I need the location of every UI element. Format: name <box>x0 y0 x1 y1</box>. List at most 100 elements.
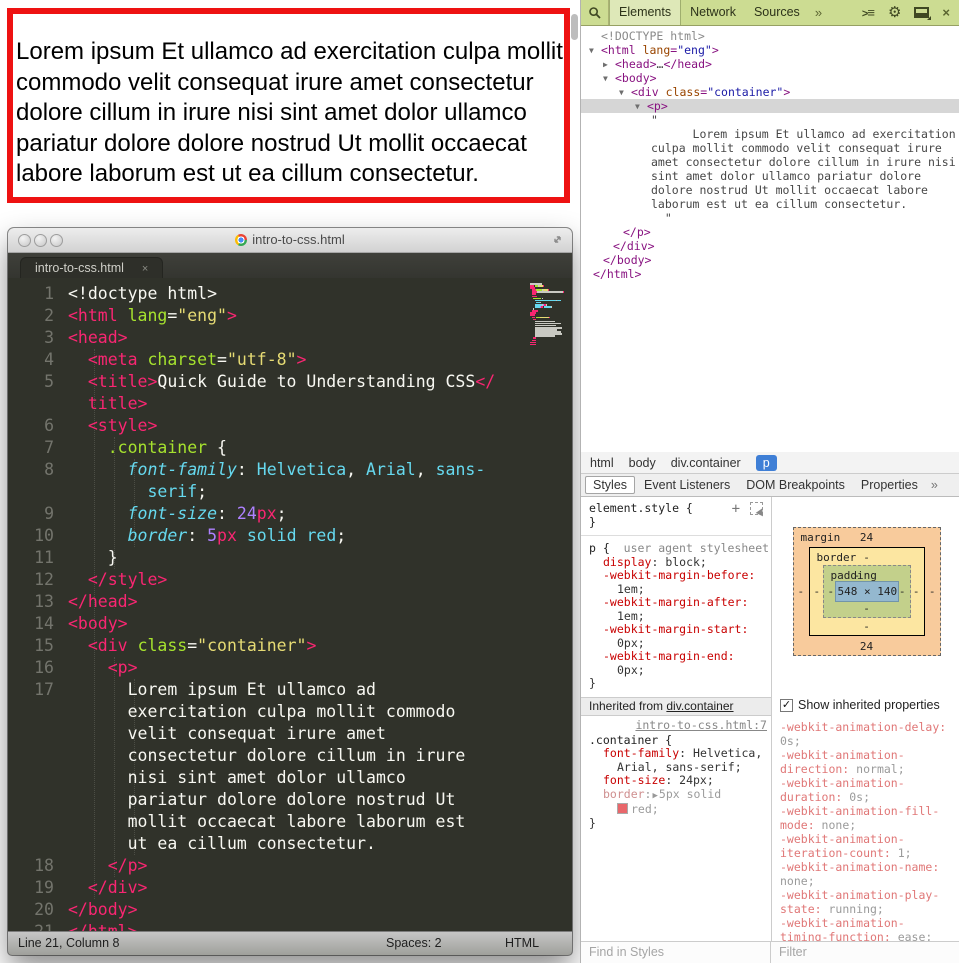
code-line[interactable]: 15 <div class="container"> <box>8 635 572 657</box>
style-declaration[interactable]: .container { <box>589 733 763 748</box>
sidebar-tab-styles[interactable]: Styles <box>585 476 636 494</box>
computed-property[interactable]: 0s; <box>780 734 959 748</box>
sidebar-tab-dom-breakpoints[interactable]: DOM Breakpoints <box>739 477 852 493</box>
search-icon[interactable] <box>581 0 609 25</box>
code-line[interactable]: velit consequat irure amet <box>8 723 572 745</box>
breadcrumb-html[interactable]: html <box>590 456 614 470</box>
editor-titlebar[interactable]: intro-to-css.html <box>8 228 572 253</box>
box-model-border[interactable]: border - - - - padding - - - - 548 × 140 <box>808 547 925 636</box>
style-declaration[interactable]: display: block; <box>589 555 763 570</box>
code-line[interactable]: serif; <box>8 481 572 503</box>
dom-tree-row[interactable]: </p> <box>581 225 959 239</box>
computed-property[interactable]: iteration-count: 1; <box>780 846 959 860</box>
style-declaration[interactable]: } <box>589 816 763 831</box>
style-declaration[interactable]: 0px; <box>589 636 763 651</box>
code-line[interactable]: 5 <title>Quick Guide to Understanding CS… <box>8 371 572 393</box>
find-in-styles-input[interactable]: Find in Styles <box>581 942 771 963</box>
dom-tree-row[interactable]: ▼ <html lang="eng"> <box>581 43 959 57</box>
color-swatch[interactable] <box>617 803 628 814</box>
box-model-margin[interactable]: margin 24 24 - - border - - - - padding … <box>792 527 941 656</box>
code-line[interactable]: 7 .container { <box>8 437 572 459</box>
minimap[interactable] <box>530 283 570 346</box>
padding-left-value[interactable]: - <box>828 585 835 598</box>
dom-tree-row[interactable]: amet consectetur dolore cillum in irure … <box>581 155 959 169</box>
code-line[interactable]: 1 <!doctype html> <box>8 283 572 305</box>
style-declaration[interactable]: p { user agent stylesheet <box>589 541 769 556</box>
code-line[interactable]: 17 Lorem ipsum Et ullamco ad <box>8 679 572 701</box>
dom-tree-row[interactable]: </div> <box>581 239 959 253</box>
computed-property[interactable]: -webkit-animation-name: <box>780 860 959 874</box>
computed-property[interactable]: -webkit-animation- <box>780 748 959 762</box>
margin-right-value[interactable]: - <box>929 585 936 598</box>
tab-close-icon[interactable]: × <box>142 263 148 275</box>
code-line[interactable]: 3 <head> <box>8 327 572 349</box>
syntax-mode-status[interactable]: HTML <box>505 936 539 950</box>
computed-property[interactable]: duration: 0s; <box>780 790 959 804</box>
border-left-value[interactable]: - <box>814 585 821 598</box>
code-line[interactable]: 18 </p> <box>8 855 572 877</box>
dom-tree-row[interactable]: ▼ <body> <box>581 71 959 85</box>
code-line[interactable]: nisi sint amet dolor ullamco <box>8 767 572 789</box>
code-line[interactable]: 8 font-family: Helvetica, Arial, sans- <box>8 459 572 481</box>
border-right-value[interactable]: - <box>913 585 920 598</box>
sidebar-tab-event-listeners[interactable]: Event Listeners <box>637 477 737 493</box>
expanded-arrow-icon[interactable]: ▼ <box>619 86 631 100</box>
padding-bottom-value[interactable]: - <box>824 602 910 615</box>
console-icon[interactable]: >≡ <box>862 5 875 20</box>
style-declaration[interactable]: border:▶5px solid <box>589 787 763 804</box>
more-tabs-chevron-icon[interactable]: » <box>809 5 828 20</box>
computed-property[interactable]: -webkit-animation- <box>780 776 959 790</box>
code-line[interactable]: exercitation culpa mollit commodo <box>8 701 572 723</box>
style-declaration[interactable]: font-family: Helvetica, <box>589 746 763 761</box>
code-line[interactable]: title> <box>8 393 572 415</box>
breadcrumb-p[interactable]: p <box>755 454 777 471</box>
code-line[interactable]: mollit occaecat labore laborum est <box>8 811 572 833</box>
devtools-tab-elements[interactable]: Elements <box>609 0 682 25</box>
dom-tree-row[interactable]: laborum est ut ea cillum consectetur. <box>581 197 959 211</box>
code-line[interactable]: ut ea cillum consectetur. <box>8 833 572 855</box>
margin-bottom-value[interactable]: 24 <box>794 640 940 653</box>
window-resize-icon[interactable] <box>551 233 564 246</box>
border-top-value[interactable]: - <box>810 551 924 564</box>
dom-tree-row[interactable]: culpa mollit commodo velit consequat iru… <box>581 141 959 155</box>
dom-tree-row[interactable]: </body> <box>581 253 959 267</box>
dom-tree-row[interactable]: sint amet dolor ullamco pariatur dolore <box>581 169 959 183</box>
new-style-rule-icon[interactable]: + <box>732 502 740 516</box>
style-declaration[interactable]: Arial, sans-serif; <box>589 760 763 775</box>
padding-right-value[interactable]: - <box>899 585 906 598</box>
style-source-link[interactable]: intro-to-css.html:7 <box>635 718 767 732</box>
style-declaration[interactable]: 1em; <box>589 582 763 597</box>
code-line[interactable]: 13 </head> <box>8 591 572 613</box>
style-declaration[interactable]: } <box>589 676 763 691</box>
dock-side-icon[interactable] <box>914 7 932 20</box>
code-line[interactable]: pariatur dolore dolore nostrud Ut <box>8 789 572 811</box>
dom-tree-row[interactable]: " <box>581 211 959 225</box>
element-style-rule[interactable]: element.style { + } <box>581 497 771 531</box>
dom-tree-row[interactable]: ▼ <div class="container"> <box>581 85 959 99</box>
element-state-icon[interactable] <box>750 502 767 519</box>
container-style-rule[interactable]: .container {font-family: Helvetica, Arial… <box>581 733 771 833</box>
box-model-content[interactable]: 548 × 140 <box>834 581 899 602</box>
inherited-element-link[interactable]: div.container <box>666 699 733 713</box>
computed-property[interactable]: state: running; <box>780 902 959 916</box>
computed-property[interactable]: -webkit-animation-play- <box>780 888 959 902</box>
code-line[interactable]: 20 </body> <box>8 899 572 921</box>
style-declaration[interactable]: font-size: 24px; <box>589 773 763 788</box>
computed-property[interactable]: none; <box>780 874 959 888</box>
style-declaration[interactable]: -webkit-margin-end: <box>589 649 763 664</box>
code-line[interactable]: 16 <p> <box>8 657 572 679</box>
gear-icon[interactable]: ⚙ <box>888 5 901 20</box>
padding-top-value[interactable]: - <box>854 569 861 582</box>
code-line[interactable]: 10 border: 5px solid red; <box>8 525 572 547</box>
computed-property[interactable]: timing-function: ease; <box>780 930 959 941</box>
breadcrumb-body[interactable]: body <box>629 456 656 470</box>
tab-intro-to-css[interactable]: intro-to-css.html × <box>20 257 164 279</box>
computed-property[interactable]: -webkit-animation-delay: <box>780 720 959 734</box>
code-line[interactable]: 4 <meta charset="utf-8"> <box>8 349 572 371</box>
devtools-close-icon[interactable]: × <box>942 5 950 20</box>
code-line[interactable]: 6 <style> <box>8 415 572 437</box>
computed-property[interactable]: -webkit-animation- <box>780 916 959 930</box>
collapsed-arrow-icon[interactable]: ▶ <box>603 58 615 72</box>
user-agent-style-rule[interactable]: p { user agent stylesheet display: block;… <box>581 535 771 693</box>
sidebar-more-chevron-icon[interactable]: » <box>927 478 938 492</box>
